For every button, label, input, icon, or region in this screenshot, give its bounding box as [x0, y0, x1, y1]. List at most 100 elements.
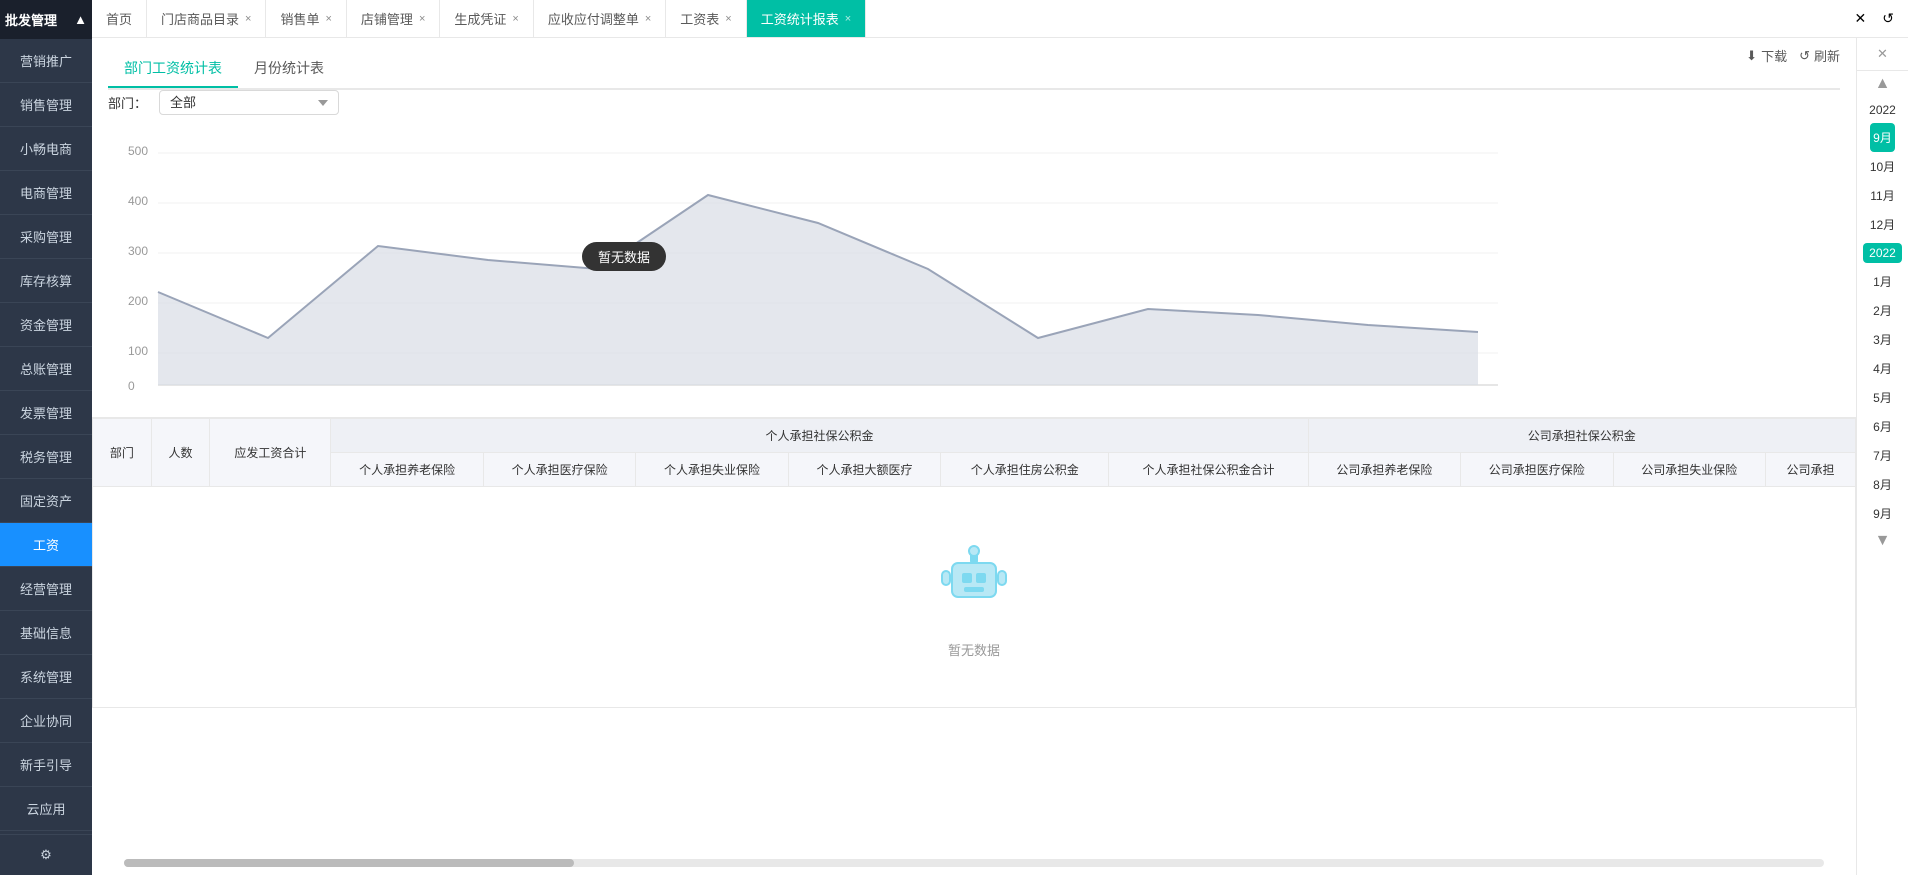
sidebar-item-资金管理[interactable]: 资金管理: [0, 303, 92, 347]
line-chart: 500 400 300 200 100 0: [108, 135, 1840, 395]
tab-label: 应收应付调整单: [548, 9, 639, 28]
month-item-2023-3月[interactable]: 3月: [1873, 325, 1892, 354]
download-button[interactable]: ⬇ 下载: [1746, 46, 1787, 65]
tab-close-icon[interactable]: ×: [419, 13, 425, 25]
empty-state: 暂无数据: [103, 495, 1845, 699]
sidebar-item-营销推广[interactable]: 营销推广: [0, 39, 92, 83]
scroll-track[interactable]: [124, 859, 1824, 867]
tab-label: 首页: [106, 9, 132, 28]
month-item-2022-10月[interactable]: 10月: [1870, 152, 1895, 181]
month-item-2023-6月[interactable]: 6月: [1873, 412, 1892, 441]
month-item-2023-2月[interactable]: 2月: [1873, 296, 1892, 325]
svg-text:400: 400: [128, 194, 148, 208]
tab-工资表[interactable]: 工资表×: [666, 0, 746, 38]
sub-tab-月份统计表[interactable]: 月份统计表: [238, 50, 340, 88]
close-all-icon[interactable]: ✕: [1849, 8, 1873, 29]
tab-close-icon[interactable]: ×: [725, 13, 731, 25]
th-department: 部门: [93, 419, 152, 487]
month-item-2023-5月[interactable]: 5月: [1873, 383, 1892, 412]
th-personal-medical: 个人承担医疗保险: [483, 453, 635, 487]
refresh-tabs-icon[interactable]: ↺: [1876, 8, 1900, 29]
table-area[interactable]: 部门 人数 应发工资合计 个人承担社保公积金 公司承担社保公积金 个人承担养老保…: [92, 417, 1856, 851]
month-item-2022-9月[interactable]: 9月: [1870, 123, 1895, 152]
tab-工资统计报表[interactable]: 工资统计报表×: [747, 0, 866, 38]
tab-首页[interactable]: 首页: [92, 0, 147, 38]
th-personal-big-medical: 个人承担大额医疗: [788, 453, 940, 487]
stats-table: 部门 人数 应发工资合计 个人承担社保公积金 公司承担社保公积金 个人承担养老保…: [92, 418, 1856, 708]
svg-text:500: 500: [128, 144, 148, 158]
gear-icon: ⚙: [40, 847, 52, 862]
tab-生成凭证[interactable]: 生成凭证 ×: [440, 0, 533, 38]
sidebar-item-基础信息[interactable]: 基础信息: [0, 611, 92, 655]
tab-label: 生成凭证: [454, 9, 506, 28]
month-item-2022-12月[interactable]: 12月: [1870, 210, 1895, 239]
scroll-down-icon[interactable]: ▼: [1871, 528, 1895, 554]
tab-销售单[interactable]: 销售单×: [266, 0, 346, 38]
refresh-label: 刷新: [1814, 46, 1840, 65]
sidebar-settings-button[interactable]: ⚙: [0, 834, 92, 875]
filter-row: 部门： 全部: [92, 90, 1856, 127]
scroll-up-icon[interactable]: ▲: [1871, 71, 1895, 97]
refresh-button[interactable]: ↺ 刷新: [1799, 46, 1840, 65]
th-personal-subtotal: 个人承担社保公积金合计: [1109, 453, 1308, 487]
th-headcount: 人数: [151, 419, 210, 487]
page-content: 部门工资统计表月份统计表 ⬇ 下载 ↺ 刷新 部门： 全部: [92, 38, 1908, 875]
sidebar: 批发管理 ▲ 营销推广销售管理小畅电商电商管理采购管理库存核算资金管理总账管理发…: [0, 0, 92, 875]
department-filter-select[interactable]: 全部: [159, 90, 339, 115]
sidebar-item-销售管理[interactable]: 销售管理: [0, 83, 92, 127]
month-item-2023-7月[interactable]: 7月: [1873, 441, 1892, 470]
empty-row: 暂无数据: [93, 487, 1856, 708]
month-item-2023-4月[interactable]: 4月: [1873, 354, 1892, 383]
month-item-2023-8月[interactable]: 8月: [1873, 470, 1892, 499]
inner-content: 部门工资统计表月份统计表 ⬇ 下载 ↺ 刷新 部门： 全部: [92, 38, 1856, 875]
th-company-medical: 公司承担医疗保险: [1461, 453, 1613, 487]
sidebar-item-云应用[interactable]: 云应用: [0, 787, 92, 831]
sidebar-item-采购管理[interactable]: 采购管理: [0, 215, 92, 259]
sidebar-item-新手引导[interactable]: 新手引导: [0, 743, 92, 787]
tab-店铺管理[interactable]: 店铺管理 ×: [347, 0, 440, 38]
tab-close-icon[interactable]: ×: [845, 13, 851, 25]
refresh-icon: ↺: [1799, 48, 1810, 64]
tab-label: 门店商品目录: [161, 9, 239, 28]
sidebar-item-工资[interactable]: 工资: [0, 523, 92, 567]
scroll-thumb[interactable]: [124, 859, 574, 867]
sidebar-item-电商管理[interactable]: 电商管理: [0, 171, 92, 215]
tab-label: 店铺管理: [361, 9, 413, 28]
tab-close-icon[interactable]: ×: [245, 13, 251, 25]
sidebar-item-库存核算[interactable]: 库存核算: [0, 259, 92, 303]
sub-tab-部门工资统计表[interactable]: 部门工资统计表: [108, 50, 238, 88]
th-personal-unemployment: 个人承担失业保险: [636, 453, 788, 487]
sidebar-item-税务管理[interactable]: 税务管理: [0, 435, 92, 479]
right-sidebar: ✕ ▲ 2022 9月10月11月12月 2022 1月2月3月4月5月6月7月…: [1856, 38, 1908, 875]
scroll-container[interactable]: [92, 851, 1856, 875]
tab-close-icon[interactable]: ×: [645, 13, 651, 25]
sidebar-item-总账管理[interactable]: 总账管理: [0, 347, 92, 391]
year-2022-active-badge[interactable]: 2022: [1863, 243, 1902, 263]
sidebar-item-企业协同[interactable]: 企业协同: [0, 699, 92, 743]
top-tab-bar: 首页门店商品目录×销售单×店铺管理×生成凭证×应收应付调整单×工资表×工资统计报…: [92, 0, 1908, 38]
chart-area: 500 400 300 200 100 0: [92, 127, 1856, 417]
sidebar-item-经营管理[interactable]: 经营管理: [0, 567, 92, 611]
right-sidebar-close-button[interactable]: ✕: [1857, 38, 1908, 71]
th-company-other: 公司承担: [1765, 453, 1855, 487]
sidebar-item-发票管理[interactable]: 发票管理: [0, 391, 92, 435]
sidebar-item-系统管理[interactable]: 系统管理: [0, 655, 92, 699]
sidebar-item-小畅电商[interactable]: 小畅电商: [0, 127, 92, 171]
tab-门店商品目录[interactable]: 门店商品目录 ×: [147, 0, 266, 38]
tab-close-icon[interactable]: ×: [512, 13, 518, 25]
sub-tab-bar: 部门工资统计表月份统计表: [92, 38, 1730, 88]
sidebar-header[interactable]: 批发管理 ▲: [0, 0, 92, 39]
th-personal-pension: 个人承担养老保险: [331, 453, 483, 487]
tab-close-icon[interactable]: ×: [325, 13, 331, 25]
empty-text: 暂无数据: [948, 640, 1000, 659]
sidebar-item-固定资产[interactable]: 固定资产: [0, 479, 92, 523]
year-2022-label: 2022: [1857, 97, 1908, 123]
th-company-pension: 公司承担养老保险: [1308, 453, 1460, 487]
svg-text:300: 300: [128, 244, 148, 258]
month-item-2022-11月[interactable]: 11月: [1870, 181, 1895, 210]
tab-应收应付调整单[interactable]: 应收应付调整单 ×: [534, 0, 666, 38]
month-item-2023-1月[interactable]: 1月: [1873, 267, 1892, 296]
toolbar: ⬇ 下载 ↺ 刷新: [1730, 38, 1856, 73]
month-item-2023-9月[interactable]: 9月: [1873, 499, 1892, 528]
th-personal-group: 个人承担社保公积金: [331, 419, 1308, 453]
